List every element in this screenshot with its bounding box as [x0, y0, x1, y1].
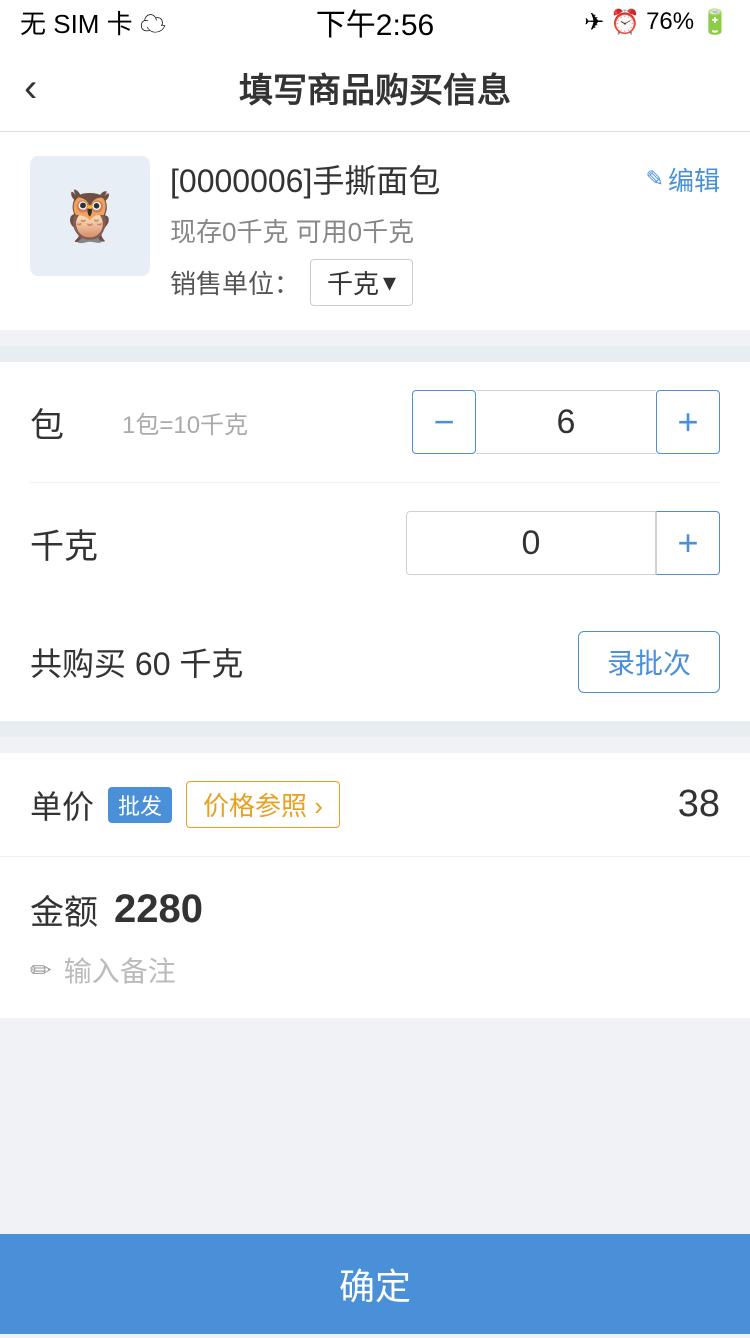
- unit-value: 千克: [327, 264, 379, 301]
- sim-signal-text: 无 SIM 卡 ☁: [20, 4, 166, 41]
- battery-icon: 🔋: [700, 8, 730, 37]
- kg-input[interactable]: [406, 511, 656, 575]
- product-unit-row: 销售单位： 千克 ▾: [170, 259, 720, 306]
- page-title: 填写商品购买信息: [239, 63, 511, 112]
- product-card: 🦉 [0000006]手撕面包 ✎ 编辑 现存0千克 可用0千克 销售单位： 千…: [0, 132, 750, 330]
- price-label-row: 单价 批发 价格参照 ›: [30, 781, 340, 828]
- location-icon: ✈: [584, 8, 604, 37]
- unit-prefix-label: 销售单位：: [170, 264, 300, 301]
- form-row-kg: 千克 +: [30, 483, 720, 603]
- back-button[interactable]: ‹: [24, 68, 37, 108]
- bao-hint: 1包=10千克: [122, 405, 248, 440]
- form-section: 包 1包=10千克 − + 千克 +: [0, 362, 750, 603]
- bao-input[interactable]: [476, 390, 656, 454]
- product-name-row: [0000006]手撕面包 ✎ 编辑: [170, 156, 720, 202]
- remark-row[interactable]: ✏ 输入备注: [30, 950, 720, 990]
- unit-dropdown-arrow: ▾: [383, 267, 396, 298]
- separator-2: [0, 721, 750, 737]
- amount-label: 金额: [30, 885, 98, 934]
- edit-icon: ✎: [646, 166, 664, 192]
- alarm-icon: ⏰: [610, 8, 640, 37]
- unit-select[interactable]: 千克 ▾: [310, 259, 413, 306]
- status-bar: 无 SIM 卡 ☁ 下午2:56 ✈ ⏰ 76% 🔋: [0, 0, 750, 44]
- kg-label: 千克: [30, 519, 110, 568]
- remark-placeholder: 输入备注: [64, 950, 176, 990]
- form-row-bao: 包 1包=10千克 − +: [30, 362, 720, 483]
- battery-text: 76%: [646, 8, 694, 36]
- bao-label: 包: [30, 398, 110, 447]
- separator-1: [0, 346, 750, 362]
- pencil-icon: ✏: [30, 955, 52, 986]
- total-section: 共购买 60 千克 录批次: [0, 603, 750, 721]
- price-section: 单价 批发 价格参照 › 38: [0, 753, 750, 856]
- confirm-button[interactable]: 确定: [0, 1234, 750, 1334]
- kg-increment-button[interactable]: +: [656, 511, 720, 575]
- bao-decrement-button[interactable]: −: [412, 390, 476, 454]
- price-value: 38: [678, 783, 720, 826]
- product-info: [0000006]手撕面包 ✎ 编辑 现存0千克 可用0千克 销售单位： 千克 …: [170, 156, 720, 306]
- total-label: 共购买 60 千克: [30, 639, 243, 685]
- product-thumbnail: 🦉: [30, 156, 150, 276]
- product-name: [0000006]手撕面包: [170, 156, 440, 202]
- nav-bar: ‹ 填写商品购买信息: [0, 44, 750, 132]
- kg-controls: +: [406, 511, 720, 575]
- edit-button[interactable]: ✎ 编辑: [646, 161, 720, 198]
- price-label: 单价: [30, 782, 94, 828]
- product-stock: 现存0千克 可用0千克: [170, 212, 720, 249]
- amount-section: 金额 2280 ✏ 输入备注: [0, 856, 750, 1018]
- status-time: 下午2:56: [316, 0, 434, 44]
- edit-label: 编辑: [668, 161, 720, 198]
- status-left: 无 SIM 卡 ☁: [20, 4, 166, 41]
- status-right: ✈ ⏰ 76% 🔋: [584, 8, 730, 37]
- price-badge: 批发: [108, 787, 172, 823]
- amount-value: 2280: [114, 887, 203, 932]
- bao-controls: − +: [412, 390, 720, 454]
- price-reference-button[interactable]: 价格参照 ›: [186, 781, 340, 828]
- record-batch-button[interactable]: 录批次: [578, 631, 720, 693]
- amount-row: 金额 2280: [30, 885, 720, 934]
- bao-increment-button[interactable]: +: [656, 390, 720, 454]
- product-thumb-icon: 🦉: [59, 187, 121, 246]
